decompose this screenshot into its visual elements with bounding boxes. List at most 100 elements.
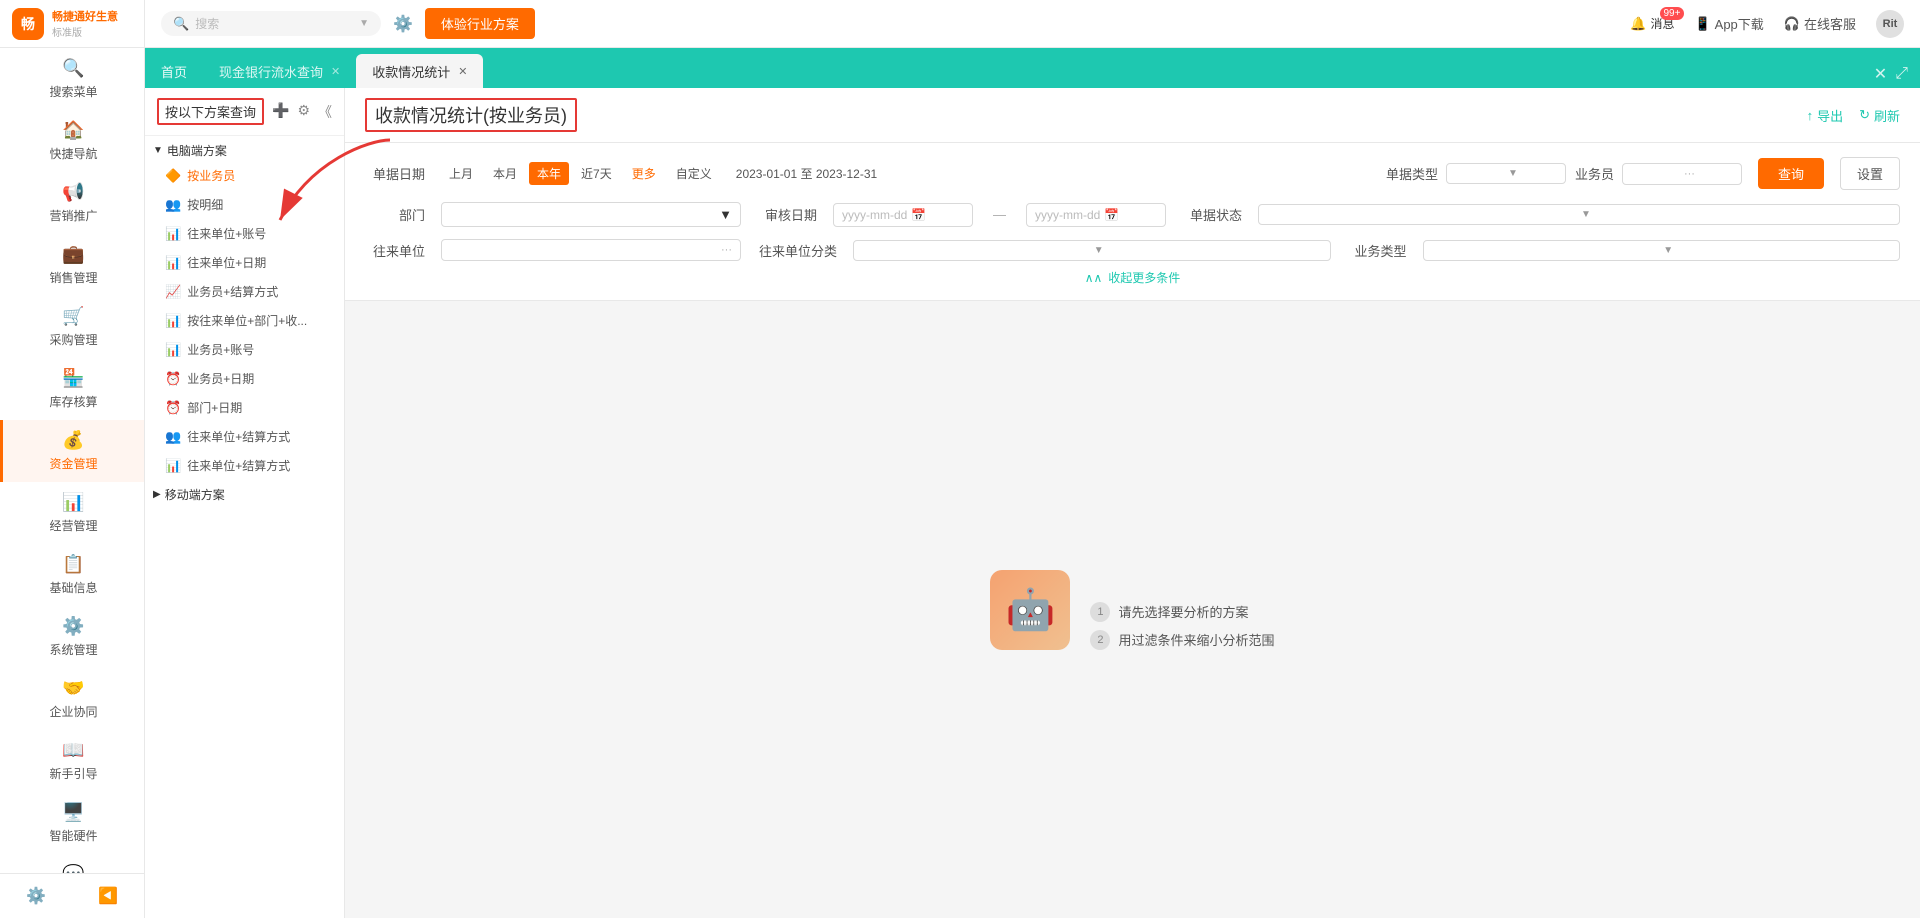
tab-close-bank[interactable]: ✕ [331, 65, 340, 78]
search-area: 单据日期 上月 本月 本年 近7天 更多 自定义 2023-01-01 至 20… [345, 143, 1920, 301]
dept-select[interactable]: ▼ [441, 202, 741, 227]
custom-date-tab[interactable]: 自定义 [668, 162, 720, 185]
salesperson-select[interactable]: ··· [1622, 163, 1742, 185]
sidebar-item-search[interactable]: 🔍 搜索菜单 [0, 48, 144, 110]
date-label: 单据日期 [365, 164, 425, 183]
partner-select[interactable]: ··· [441, 239, 741, 261]
search-btn[interactable]: 查询 [1758, 158, 1824, 189]
tab-collection-stats[interactable]: 收款情况统计 ✕ [356, 54, 483, 88]
download-icon: 📱 [1694, 16, 1710, 32]
desktop-scheme-section[interactable]: ▼ 电脑端方案 [145, 136, 344, 161]
doc-status-select[interactable]: ▼ [1258, 204, 1900, 225]
online-service-link[interactable]: 🎧 在线客服 [1784, 14, 1856, 33]
doc-type-select[interactable]: ▼ [1446, 163, 1566, 184]
audit-date-to[interactable]: yyyy-mm-dd 📅 [1026, 203, 1166, 227]
sidebar: 畅 畅捷通好生意 标准版 🔍 搜索菜单 🏠 快捷导航 📢 营销推广 💼 销售管理… [0, 0, 145, 918]
scheme-collapse-icon[interactable]: 《 [318, 102, 332, 122]
scheme-partner-dept[interactable]: 📊 按往来单位+部门+收... [153, 306, 344, 335]
tab-bank-flow[interactable]: 现金银行流水查询 ✕ [203, 54, 356, 88]
main-content: 按以下方案查询 ➕ ⚙ 《 ▼ 电脑端方案 🔶 按业务员 👥 按明细 📊 往来单… [145, 88, 1920, 918]
tab-bar-right: ✕ ⤢ [1874, 64, 1920, 88]
notification-area[interactable]: 🔔 消息 99+ [1630, 15, 1674, 32]
sidebar-item-quicknav[interactable]: 🏠 快捷导航 [0, 110, 144, 172]
app-download-link[interactable]: 📱 App下载 [1694, 14, 1763, 33]
page-title: 收款情况统计(按业务员) [365, 98, 577, 132]
desktop-scheme-children: 🔶 按业务员 👥 按明细 📊 往来单位+账号 📊 往来单位+日期 📈 业务员+结… [145, 161, 344, 480]
more-date-tab[interactable]: 更多 [624, 162, 664, 185]
scheme-dept-date[interactable]: ⏰ 部门+日期 [153, 393, 344, 422]
partner-cat-dropdown-icon: ▼ [1094, 245, 1322, 256]
sidebar-collapse-icon[interactable]: ◀️ [98, 886, 118, 906]
last-7-days-tab[interactable]: 近7天 [573, 162, 620, 185]
partner-category-select[interactable]: ▼ [853, 240, 1331, 261]
tab-maximize-icon[interactable]: ⤢ [1895, 65, 1908, 83]
sidebar-item-hardware[interactable]: 🖥️ 智能硬件 [0, 792, 144, 854]
scheme-salesperson-account[interactable]: 📊 业务员+账号 [153, 335, 344, 364]
partner-more-icon: ··· [721, 244, 732, 256]
audit-date-label: 审核日期 [757, 205, 817, 224]
this-year-tab[interactable]: 本年 [529, 162, 569, 185]
tab-bar: 首页 现金银行流水查询 ✕ 收款情况统计 ✕ ✕ ⤢ [145, 48, 1920, 88]
scheme-salesperson-payment[interactable]: 📈 业务员+结算方式 [153, 277, 344, 306]
biz-type-dropdown-icon: ▼ [1663, 245, 1891, 256]
dept-label: 部门 [365, 205, 425, 224]
tab-close-all-icon[interactable]: ✕ [1874, 64, 1887, 84]
basic-info-icon: 📋 [62, 554, 84, 575]
user-avatar-area[interactable]: Rit [1876, 10, 1904, 38]
partner-account-icon: 📊 [165, 226, 181, 242]
date-tabs: 上月 本月 本年 近7天 更多 自定义 [441, 162, 720, 185]
biz-type-select[interactable]: ▼ [1423, 240, 1901, 261]
scheme-salesperson-date[interactable]: ⏰ 业务员+日期 [153, 364, 344, 393]
sidebar-item-basic[interactable]: 📋 基础信息 [0, 544, 144, 606]
sidebar-item-enterprise[interactable]: 🤝 企业协同 [0, 668, 144, 730]
header-search-box[interactable]: 🔍 搜索 ▼ [161, 11, 381, 36]
scheme-partner-date[interactable]: 📊 往来单位+日期 [153, 248, 344, 277]
tab-close-collection[interactable]: ✕ [458, 65, 467, 78]
add-scheme-icon[interactable]: ➕ [272, 102, 289, 122]
audit-date-from[interactable]: yyyy-mm-dd 📅 [833, 203, 973, 227]
scheme-settings-icon[interactable]: ⚙ [297, 102, 310, 122]
sidebar-item-operations[interactable]: 📊 经营管理 [0, 482, 144, 544]
sidebar-item-guide[interactable]: 📖 新手引导 [0, 730, 144, 792]
header-gear-icon[interactable]: ⚙️ [393, 14, 413, 34]
date-separator: — [993, 207, 1006, 222]
scheme-by-salesperson[interactable]: 🔶 按业务员 [153, 161, 344, 190]
mobile-scheme-section[interactable]: ▶ 移动端方案 [145, 480, 344, 505]
salesperson-account-icon: 📊 [165, 342, 181, 358]
settings-btn[interactable]: 设置 [1840, 157, 1900, 190]
sidebar-item-sales[interactable]: 💼 销售管理 [0, 234, 144, 296]
robot-icon: 🤖 [990, 570, 1070, 650]
scheme-partner-account[interactable]: 📊 往来单位+账号 [153, 219, 344, 248]
doc-type-dropdown-icon: ▼ [1508, 168, 1557, 179]
sidebar-item-purchase[interactable]: 🛒 采购管理 [0, 296, 144, 358]
partner-category-label: 往来单位分类 [757, 241, 837, 260]
doc-type-label: 单据类型 [1378, 164, 1438, 183]
sidebar-settings-icon[interactable]: ⚙️ [26, 886, 46, 906]
sidebar-item-marketing[interactable]: 📢 营销推广 [0, 172, 144, 234]
scheme-partner-payment1[interactable]: 👥 往来单位+结算方式 [153, 422, 344, 451]
tab-home[interactable]: 首页 [145, 54, 203, 88]
sidebar-item-warehouse[interactable]: 🏪 库存核算 [0, 358, 144, 420]
doc-status-dropdown-icon: ▼ [1581, 209, 1891, 220]
logo-text: 畅捷通好生意 [52, 8, 118, 24]
salesperson-date-icon: ⏰ [165, 371, 181, 387]
refresh-btn[interactable]: ↻ 刷新 [1859, 106, 1900, 125]
sidebar-item-wechat[interactable]: 💬 企业微信 [0, 854, 144, 873]
page-title-bar: 收款情况统计(按业务员) ↑ 导出 ↻ 刷新 [345, 88, 1920, 143]
scheme-partner-payment2[interactable]: 📊 往来单位+结算方式 [153, 451, 344, 480]
last-month-tab[interactable]: 上月 [441, 162, 481, 185]
trial-btn[interactable]: 体验行业方案 [425, 8, 535, 39]
notification-badge: 99+ [1660, 7, 1685, 20]
search-icon: 🔍 [173, 16, 189, 32]
collapse-icon: ∧∧ [1085, 271, 1103, 285]
service-icon: 🎧 [1784, 16, 1800, 32]
this-month-tab[interactable]: 本月 [485, 162, 525, 185]
export-btn[interactable]: ↑ 导出 [1807, 106, 1844, 125]
scheme-by-detail[interactable]: 👥 按明细 [153, 190, 344, 219]
sidebar-item-finance[interactable]: 💰 资金管理 [0, 420, 144, 482]
partner-date-icon: 📊 [165, 255, 181, 271]
sidebar-item-system[interactable]: ⚙️ 系统管理 [0, 606, 144, 668]
left-panel-icons: ➕ ⚙ 《 [272, 102, 332, 122]
search-menu-icon: 🔍 [62, 58, 84, 79]
collapse-btn[interactable]: ∧∧ 收起更多条件 [365, 269, 1900, 286]
